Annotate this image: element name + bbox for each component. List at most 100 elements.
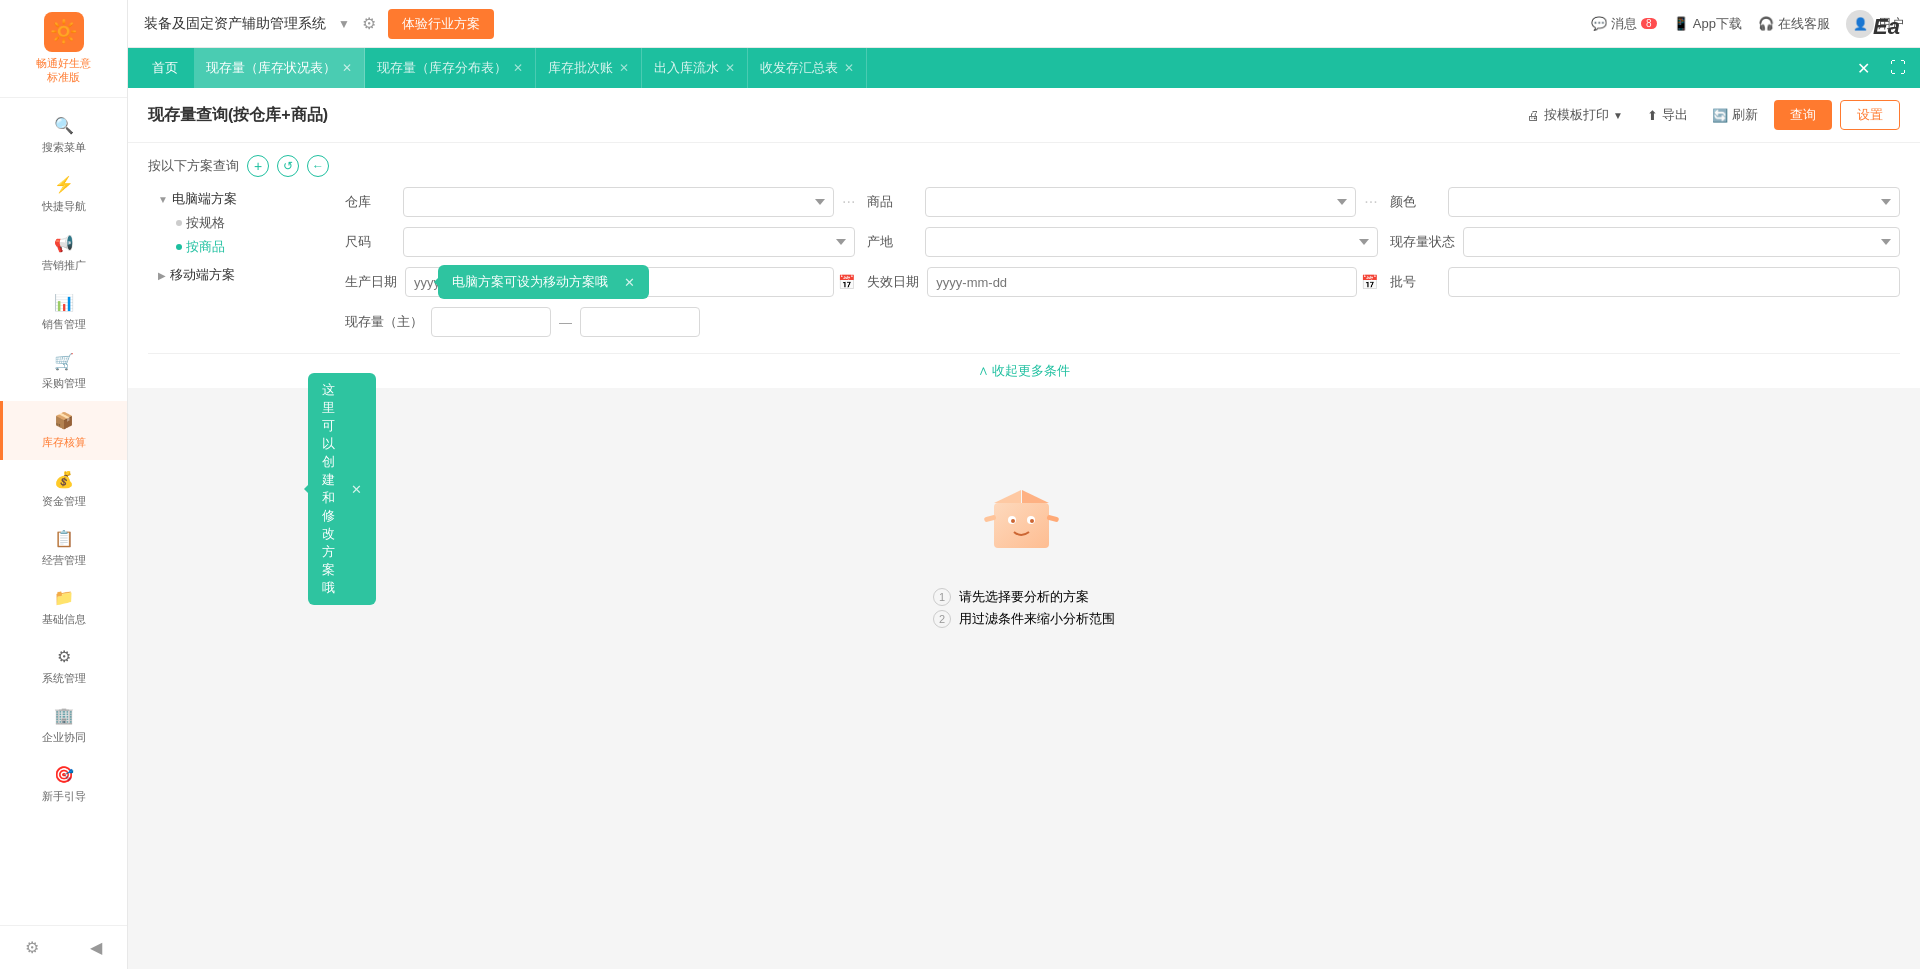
sidebar-item-marketing[interactable]: 📢 营销推广 [0,224,127,283]
tab-flow-label: 出入库流水 [654,59,719,77]
expire-date-calendar-icon[interactable]: 📅 [1361,274,1378,290]
scheme-item-spec[interactable]: 按规格 [158,211,333,235]
filter-field-color: 颜色 [1390,187,1900,217]
warehouse-label: 仓库 [345,193,395,211]
tab-flow-close[interactable]: ✕ [725,61,735,75]
sidebar-item-finance[interactable]: 💰 资金管理 [0,460,127,519]
filter-body: ▼ 电脑端方案 按规格 按商品 [148,187,1900,353]
ea-text: Ea [1873,14,1900,40]
tab-inventory-status-label: 现存量（库存状况表） [206,59,336,77]
batch-no-input[interactable] [1448,267,1900,297]
sidebar-label-sales: 销售管理 [42,317,86,332]
sidebar-item-guide[interactable]: 🎯 新手引导 [0,755,127,814]
expire-date-from[interactable] [927,267,1356,297]
chevron-down-icon: ▼ [158,194,168,205]
scheme-dot-product [176,244,182,250]
system-dropdown-icon[interactable]: ▼ [338,17,350,31]
sidebar-nav: 🔍 搜索菜单 ⚡ 快捷导航 📢 营销推广 📊 销售管理 🛒 采购管理 📦 库存核… [0,98,127,925]
sidebar-bottom: ⚙ ◀ [0,925,127,969]
produce-date-calendar-icon[interactable]: 📅 [838,274,855,290]
scheme-group-mobile-header[interactable]: ▶ 移动端方案 [158,263,333,287]
filter-header: 按以下方案查询 + ↺ ← [148,155,1900,177]
origin-label: 产地 [867,233,917,251]
product-select[interactable] [925,187,1356,217]
warehouse-dots[interactable]: ··· [842,193,855,211]
phone-icon: 📱 [1673,16,1689,31]
size-select[interactable] [403,227,855,257]
refresh-btn[interactable]: 🔄 刷新 [1704,102,1766,128]
sidebar-item-search-menu[interactable]: 🔍 搜索菜单 [0,106,127,165]
sidebar-label-inventory: 库存核算 [42,435,86,450]
industry-btn[interactable]: 体验行业方案 [388,9,494,39]
origin-select[interactable] [925,227,1377,257]
header-left: 装备及固定资产辅助管理系统 ▼ ⚙ 体验行业方案 [144,9,494,39]
refresh-label: 刷新 [1732,106,1758,124]
tab-batch-account[interactable]: 库存批次账 ✕ [536,48,642,88]
online-support-btn[interactable]: 🎧 在线客服 [1758,15,1830,33]
user-avatar: 👤 [1846,10,1874,38]
tab-home[interactable]: 首页 [136,48,194,88]
marketing-icon: 📢 [54,234,74,254]
filter-collapse-btn[interactable]: ∧ 收起更多条件 [148,353,1900,388]
create-tooltip-close[interactable]: ✕ [351,482,362,497]
filter-refresh-btn[interactable]: ↺ [277,155,299,177]
sidebar-item-inventory[interactable]: 📦 库存核算 [0,401,127,460]
page-title: 现存量查询(按仓库+商品) [148,105,328,126]
basic-info-icon: 📁 [54,588,74,608]
sidebar-collapse-btn[interactable]: ◀ [86,934,106,961]
status-select[interactable] [1463,227,1900,257]
filter-row-4: 现存量（主） — [345,307,1900,337]
color-select[interactable] [1448,187,1900,217]
sidebar-item-operation[interactable]: 📋 经营管理 [0,519,127,578]
stock-from-input[interactable] [431,307,551,337]
filter-field-origin: 产地 [867,227,1377,257]
product-dots[interactable]: ··· [1364,193,1377,211]
finance-icon: 💰 [54,470,74,490]
sidebar-item-basic-info[interactable]: 📁 基础信息 [0,578,127,637]
filter-arrow-btn[interactable]: ← [307,155,329,177]
tab-inventory-dist-close[interactable]: ✕ [513,61,523,75]
sidebar-label-search-menu: 搜索菜单 [42,140,86,155]
tab-inventory-dist[interactable]: 现存量（库存分布表） ✕ [365,48,536,88]
scheme-group-pc-header[interactable]: ▼ 电脑端方案 [158,187,333,211]
scheme-tooltip-close[interactable]: ✕ [624,275,635,290]
guide-icon: 🎯 [54,765,74,785]
page-actions: 🖨 按模板打印 ▼ ⬆ 导出 🔄 刷新 查询 设置 [1519,100,1900,130]
sidebar-label-system: 系统管理 [42,671,86,686]
tab-inventory-status[interactable]: 现存量（库存状况表） ✕ [194,48,365,88]
sidebar-item-purchase[interactable]: 🛒 采购管理 [0,342,127,401]
header-right: 💬 消息 8 📱 App下载 🎧 在线客服 👤 用户 Ea [1591,10,1904,38]
message-icon: 💬 [1591,16,1607,31]
query-btn[interactable]: 查询 [1774,100,1832,130]
app-download-btn[interactable]: 📱 App下载 [1673,15,1742,33]
tab-close-all-btn[interactable]: ✕ [1851,57,1876,80]
print-label: 按模板打印 [1544,106,1609,124]
svg-rect-0 [994,503,1049,548]
stock-to-input[interactable] [580,307,700,337]
tab-summary-close[interactable]: ✕ [844,61,854,75]
purchase-icon: 🛒 [54,352,74,372]
sidebar-item-system[interactable]: ⚙ 系统管理 [0,637,127,696]
tab-inventory-status-close[interactable]: ✕ [342,61,352,75]
print-btn[interactable]: 🖨 按模板打印 ▼ [1519,102,1631,128]
message-btn[interactable]: 💬 消息 8 [1591,15,1657,33]
filter-add-scheme-btn[interactable]: + [247,155,269,177]
sidebar-settings-btn[interactable]: ⚙ [21,934,43,961]
scheme-group-mobile-label: 移动端方案 [170,266,235,284]
export-btn[interactable]: ⬆ 导出 [1639,102,1696,128]
sidebar-label-basic-info: 基础信息 [42,612,86,627]
sidebar-item-sales[interactable]: 📊 销售管理 [0,283,127,342]
tab-batch-account-close[interactable]: ✕ [619,61,629,75]
tab-flow[interactable]: 出入库流水 ✕ [642,48,748,88]
refresh-icon: 🔄 [1712,108,1728,123]
header-settings-icon[interactable]: ⚙ [362,14,376,33]
scheme-item-product[interactable]: 按商品 [158,235,333,259]
warehouse-select[interactable] [403,187,834,217]
settings-btn[interactable]: 设置 [1840,100,1900,130]
empty-tip-2-text: 用过滤条件来缩小分析范围 [959,610,1115,628]
message-label: 消息 [1611,15,1637,33]
tab-summary[interactable]: 收发存汇总表 ✕ [748,48,867,88]
sidebar-item-quick-nav[interactable]: ⚡ 快捷导航 [0,165,127,224]
tab-expand-btn[interactable]: ⛶ [1884,57,1912,79]
sidebar-item-enterprise[interactable]: 🏢 企业协同 [0,696,127,755]
